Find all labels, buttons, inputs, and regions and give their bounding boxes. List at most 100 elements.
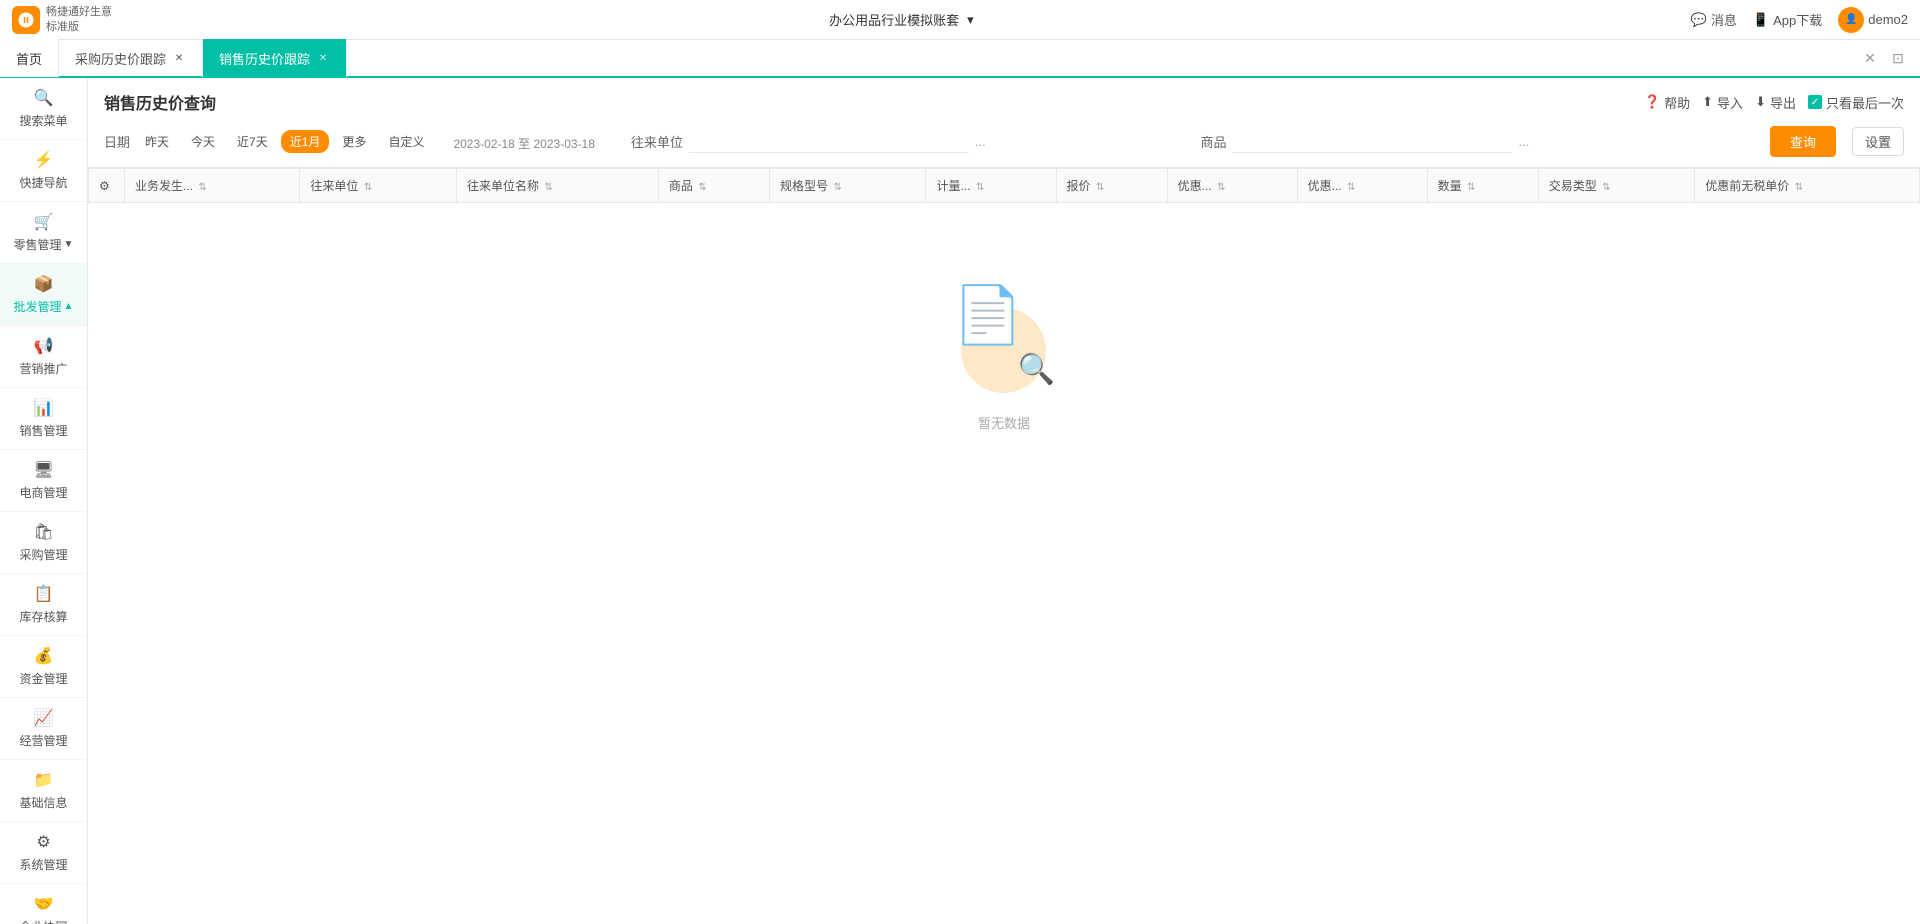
tab-home[interactable]: 首页 bbox=[0, 39, 59, 77]
only-last-checkbox-item[interactable]: ✓ 只看最后一次 bbox=[1808, 93, 1904, 112]
operations-icon: 📈 bbox=[34, 708, 54, 728]
sidebar-item-inventory[interactable]: 📋 库存核算 bbox=[0, 574, 87, 636]
table-header-spec[interactable]: 规格型号 ⇅ bbox=[769, 169, 926, 203]
goods-filter-group: 商品 ... bbox=[1200, 131, 1754, 153]
sort-icon: ⇅ bbox=[698, 182, 706, 193]
template-selector[interactable]: 办公用品行业模拟账套 ▾ bbox=[829, 10, 974, 29]
counterparty-filter-group: 往来单位 ... bbox=[631, 131, 1185, 153]
sidebar-item-wholesale[interactable]: 📦 批发管理 ▲ bbox=[0, 264, 87, 326]
table-header-trade-type[interactable]: 交易类型 ⇅ bbox=[1538, 169, 1695, 203]
tab-purchase-history[interactable]: 采购历史价跟踪 ✕ bbox=[59, 39, 203, 77]
user-profile[interactable]: 👤 demo2 bbox=[1838, 7, 1908, 33]
ecommerce-icon: 🖥 bbox=[33, 460, 53, 480]
empty-state-cell: 📄 🔍 暂无数据 bbox=[89, 203, 1920, 513]
tab-close-sales[interactable]: ✕ bbox=[316, 51, 330, 65]
empty-doc-icon: 📄 bbox=[953, 287, 1023, 343]
date-range-text: 2023-02-18 至 2023-03-18 bbox=[453, 135, 594, 152]
logo-text: 畅捷通好生意 标准版 bbox=[46, 5, 112, 34]
maximize-window-button[interactable]: ⊡ bbox=[1888, 48, 1908, 68]
sidebar-item-system[interactable]: ⚙ 系统管理 bbox=[0, 822, 87, 884]
sidebar-item-purchase[interactable]: 🛍 采购管理 bbox=[0, 512, 87, 574]
collab-icon: 🤝 bbox=[34, 894, 54, 914]
table-header-pre-discount-price[interactable]: 优惠前无税单价 ⇅ bbox=[1695, 169, 1920, 203]
chevron-down-icon: ▾ bbox=[967, 12, 974, 28]
table-header-quote[interactable]: 报价 ⇅ bbox=[1056, 169, 1167, 203]
table-header-biz-date[interactable]: 业务发生... ⇅ bbox=[125, 169, 300, 203]
content-area: 销售历史价查询 ❓ 帮助 ⬆ 导入 ⬇ 导出 ✓ bbox=[88, 78, 1920, 924]
table-header-unit[interactable]: 计量... ⇅ bbox=[926, 169, 1056, 203]
sort-icon: ⇅ bbox=[833, 182, 841, 193]
phone-icon: 📱 bbox=[1753, 12, 1769, 28]
sort-icon: ⇅ bbox=[1602, 182, 1610, 193]
tab-close-purchase[interactable]: ✕ bbox=[172, 51, 186, 65]
counterparty-dots[interactable]: ... bbox=[975, 134, 986, 149]
data-table: ⚙ 业务发生... ⇅ 往来单位 ⇅ 往来单位名称 ⇅ bbox=[88, 168, 1920, 512]
sidebar-item-finance[interactable]: 💰 资金管理 bbox=[0, 636, 87, 698]
chevron-down-icon: ▼ bbox=[64, 239, 74, 250]
tab-sales-history[interactable]: 销售历史价跟踪 ✕ bbox=[203, 39, 347, 77]
retail-icon: 🛒 bbox=[34, 212, 54, 232]
system-icon: ⚙ bbox=[36, 832, 50, 852]
message-button[interactable]: 💬 消息 bbox=[1691, 10, 1737, 29]
date-btn-custom[interactable]: 自定义 bbox=[379, 130, 433, 153]
avatar: 👤 bbox=[1838, 7, 1864, 33]
export-icon: ⬇ bbox=[1755, 94, 1766, 110]
sort-icon: ⇅ bbox=[1347, 182, 1355, 193]
table-header-goods[interactable]: 商品 ⇅ bbox=[658, 169, 769, 203]
sidebar-item-ecommerce[interactable]: 🖥 电商管理 bbox=[0, 450, 87, 512]
chevron-up-icon: ▲ bbox=[64, 301, 74, 312]
date-filter-group: 日期 昨天 今天 近7天 近1月 更多 自定义 bbox=[104, 130, 433, 153]
sales-icon: 📊 bbox=[34, 398, 54, 418]
sort-icon: ⇅ bbox=[198, 182, 206, 193]
date-btn-7days[interactable]: 近7天 bbox=[228, 130, 277, 153]
table-header-counterparty[interactable]: 往来单位 ⇅ bbox=[300, 169, 457, 203]
logo-area: 畅捷通好生意 标准版 bbox=[12, 5, 112, 34]
inventory-icon: 📋 bbox=[34, 584, 54, 604]
table-header-discount2[interactable]: 优惠... ⇅ bbox=[1297, 169, 1427, 203]
goods-input[interactable] bbox=[1232, 131, 1512, 153]
settings-button[interactable]: 设置 bbox=[1852, 127, 1904, 156]
page-header: 销售历史价查询 ❓ 帮助 ⬆ 导入 ⬇ 导出 ✓ bbox=[88, 78, 1920, 168]
finance-icon: 💰 bbox=[34, 646, 54, 666]
sidebar-item-search[interactable]: 🔍 搜索菜单 bbox=[0, 78, 87, 140]
table-header-settings[interactable]: ⚙ bbox=[89, 169, 125, 203]
counterparty-input[interactable] bbox=[689, 131, 969, 153]
date-btn-today[interactable]: 今天 bbox=[182, 130, 224, 153]
export-button[interactable]: ⬇ 导出 bbox=[1755, 93, 1796, 112]
sidebar-item-marketing[interactable]: 📢 营销推广 bbox=[0, 326, 87, 388]
close-window-button[interactable]: ✕ bbox=[1860, 48, 1880, 68]
sidebar-item-quicknav[interactable]: ⚡ 快捷导航 bbox=[0, 140, 87, 202]
page-actions: ❓ 帮助 ⬆ 导入 ⬇ 导出 ✓ 只看最后一次 bbox=[1644, 93, 1904, 112]
goods-dots[interactable]: ... bbox=[1518, 134, 1529, 149]
quicknav-icon: ⚡ bbox=[34, 150, 54, 170]
sidebar-item-basicinfo[interactable]: 📁 基础信息 bbox=[0, 760, 87, 822]
sidebar-item-enterprise-collab[interactable]: 🤝 企业协同 bbox=[0, 884, 87, 924]
help-icon: ❓ bbox=[1644, 94, 1660, 110]
app-download-button[interactable]: 📱 App下载 bbox=[1753, 10, 1822, 29]
sort-icon: ⇅ bbox=[1467, 182, 1475, 193]
sort-icon: ⇅ bbox=[364, 182, 372, 193]
table-header-discount1[interactable]: 优惠... ⇅ bbox=[1167, 169, 1297, 203]
sidebar-item-sales[interactable]: 📊 销售管理 bbox=[0, 388, 87, 450]
main-layout: 🔍 搜索菜单 ⚡ 快捷导航 🛒 零售管理 ▼ 📦 批发管理 ▲ 📢 营销推广 bbox=[0, 78, 1920, 924]
empty-illustration: 📄 🔍 bbox=[949, 283, 1059, 393]
date-label: 日期 bbox=[104, 132, 130, 151]
logo-icon bbox=[12, 6, 40, 34]
date-btn-more[interactable]: 更多 bbox=[333, 130, 375, 153]
message-icon: 💬 bbox=[1691, 12, 1707, 28]
sort-icon: ⇅ bbox=[1217, 182, 1225, 193]
header-right: 💬 消息 📱 App下载 👤 demo2 bbox=[1691, 7, 1908, 33]
purchase-icon: 🛍 bbox=[33, 522, 53, 542]
table-header-qty[interactable]: 数量 ⇅ bbox=[1427, 169, 1538, 203]
sidebar: 🔍 搜索菜单 ⚡ 快捷导航 🛒 零售管理 ▼ 📦 批发管理 ▲ 📢 营销推广 bbox=[0, 78, 88, 924]
sidebar-item-retail[interactable]: 🛒 零售管理 ▼ bbox=[0, 202, 87, 264]
table-header-counterparty-name[interactable]: 往来单位名称 ⇅ bbox=[456, 169, 658, 203]
date-btn-1month[interactable]: 近1月 bbox=[281, 130, 330, 153]
help-button[interactable]: ❓ 帮助 bbox=[1644, 93, 1690, 112]
import-button[interactable]: ⬆ 导入 bbox=[1702, 93, 1743, 112]
sidebar-item-operations[interactable]: 📈 经营管理 bbox=[0, 698, 87, 760]
date-btn-yesterday[interactable]: 昨天 bbox=[136, 130, 178, 153]
checkbox-icon: ✓ bbox=[1808, 95, 1822, 109]
date-range-display: 2023-02-18 至 2023-03-18 bbox=[449, 135, 594, 152]
query-button[interactable]: 查询 bbox=[1770, 126, 1836, 157]
